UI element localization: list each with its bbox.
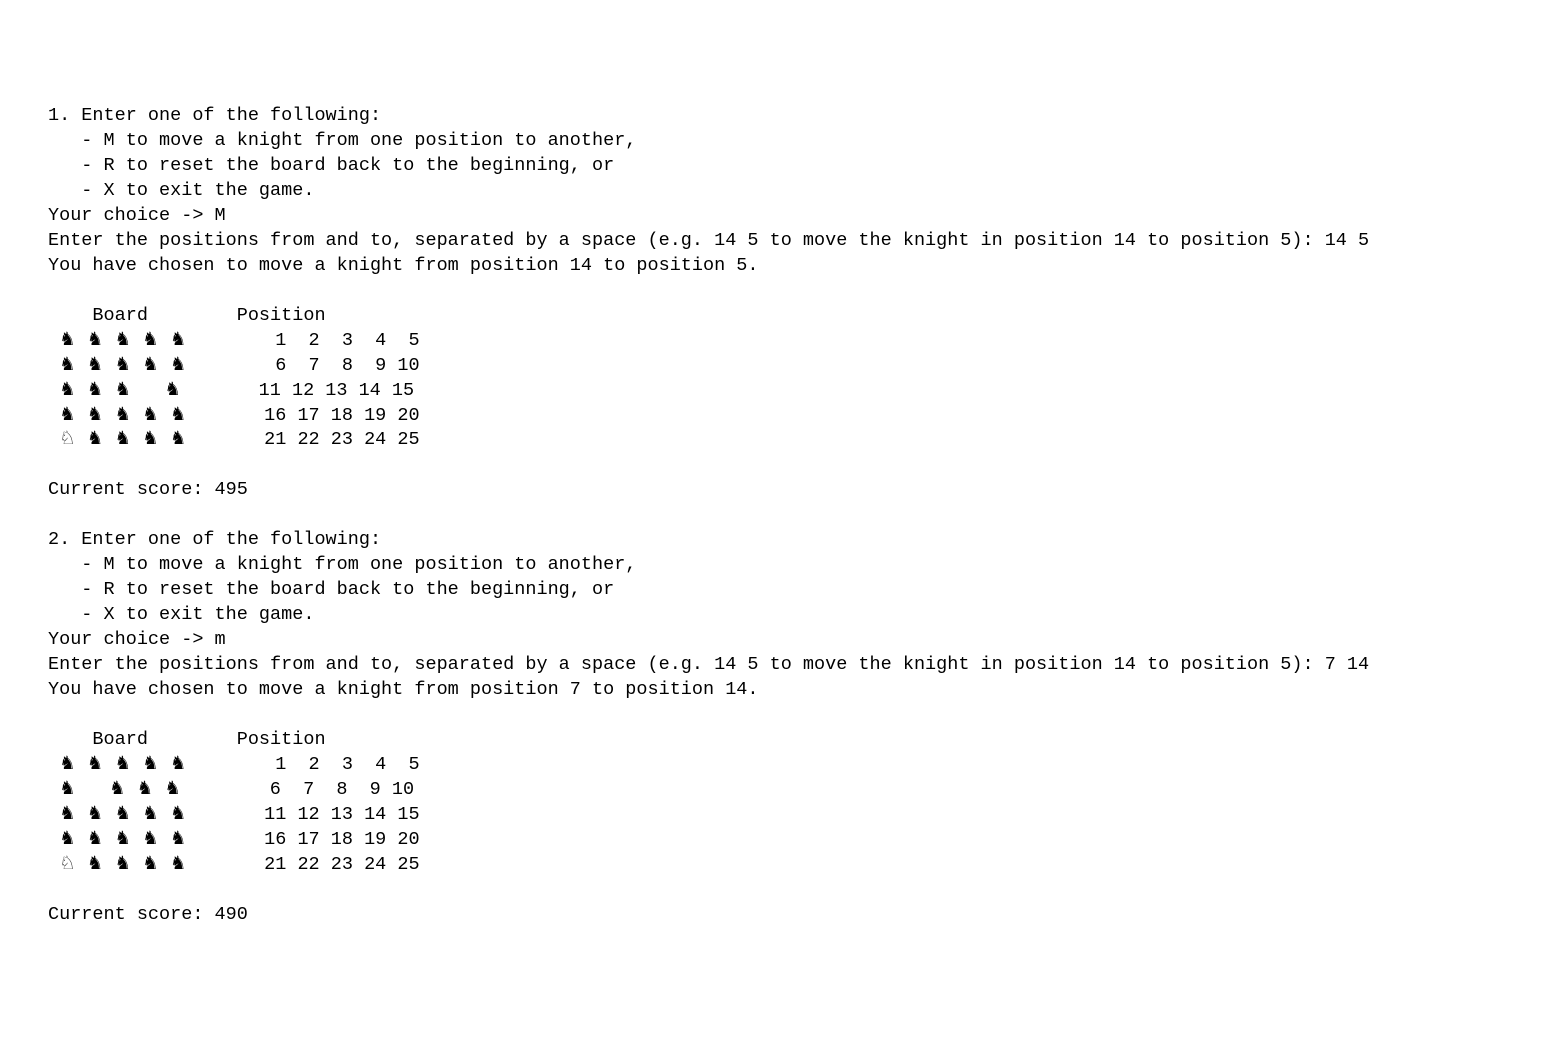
turn1-score-line: Current score: 495 [48, 479, 248, 500]
turn1-board-row: ♞ ♞ ♞ ♞ ♞ 16 17 18 19 20 [48, 405, 420, 426]
turn2-board-row: ♞ ♞ ♞ ♞ 6 7 8 9 10 [48, 779, 414, 800]
turn1-positions-line: Enter the positions from and to, separat… [48, 230, 1369, 251]
turn1-confirm-line: You have chosen to move a knight from po… [48, 255, 759, 276]
turn2-menu-line: 2. Enter one of the following: [48, 529, 381, 550]
turn2-board-header: Board Position [48, 729, 326, 750]
turn1-choice-line: Your choice -> M [48, 205, 226, 226]
turn2-menu-item: - R to reset the board back to the begin… [48, 579, 614, 600]
turn1-board-row: ♘ ♞ ♞ ♞ ♞ 21 22 23 24 25 [48, 429, 420, 450]
turn1-menu-item: - M to move a knight from one position t… [48, 130, 636, 151]
turn1-menu-line: 1. Enter one of the following: [48, 105, 381, 126]
turn1-board-row: ♞ ♞ ♞ ♞ 11 12 13 14 15 [48, 380, 414, 401]
turn2-score-line: Current score: 490 [48, 904, 248, 925]
turn1-menu-item: - X to exit the game. [48, 180, 314, 201]
turn2-menu-item: - X to exit the game. [48, 604, 314, 625]
turn1-board-row: ♞ ♞ ♞ ♞ ♞ 1 2 3 4 5 [48, 330, 420, 351]
turn2-board-row: ♞ ♞ ♞ ♞ ♞ 1 2 3 4 5 [48, 754, 420, 775]
turn2-confirm-line: You have chosen to move a knight from po… [48, 679, 759, 700]
turn2-board-row: ♞ ♞ ♞ ♞ ♞ 16 17 18 19 20 [48, 829, 420, 850]
turn2-board-row: ♞ ♞ ♞ ♞ ♞ 11 12 13 14 15 [48, 804, 420, 825]
turn1-board-row: ♞ ♞ ♞ ♞ ♞ 6 7 8 9 10 [48, 355, 420, 376]
turn2-positions-line: Enter the positions from and to, separat… [48, 654, 1369, 675]
turn2-choice-line: Your choice -> m [48, 629, 226, 650]
turn1-menu-item: - R to reset the board back to the begin… [48, 155, 614, 176]
turn1-board-header: Board Position [48, 305, 326, 326]
terminal-output: 1. Enter one of the following: - M to mo… [0, 100, 1564, 928]
turn2-board-row: ♘ ♞ ♞ ♞ ♞ 21 22 23 24 25 [48, 854, 420, 875]
turn2-menu-item: - M to move a knight from one position t… [48, 554, 636, 575]
